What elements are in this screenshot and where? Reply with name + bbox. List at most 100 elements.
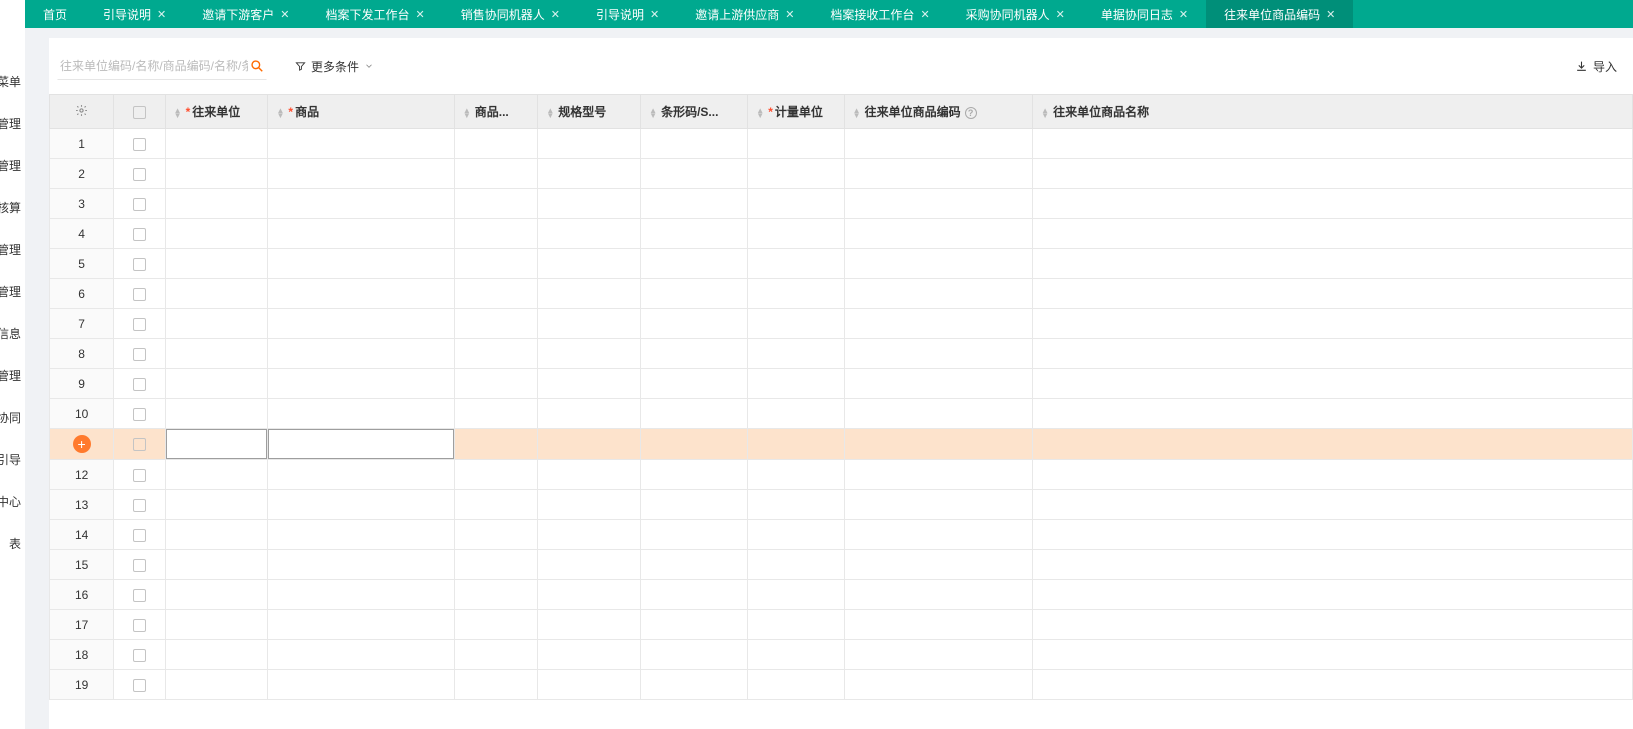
- cell[interactable]: [538, 129, 641, 159]
- cell-editor[interactable]: [166, 429, 268, 459]
- sidebar-item[interactable]: 管理: [0, 270, 25, 312]
- tab[interactable]: 引导说明✕: [85, 0, 184, 28]
- tab[interactable]: 邀请下游客户✕: [184, 0, 307, 28]
- row-checkbox[interactable]: [133, 499, 146, 512]
- cell[interactable]: [844, 610, 1033, 640]
- cell[interactable]: [454, 580, 538, 610]
- cell[interactable]: [165, 129, 268, 159]
- row-checkbox[interactable]: [133, 679, 146, 692]
- cell[interactable]: [165, 460, 268, 490]
- cell[interactable]: [268, 219, 454, 249]
- cell[interactable]: [538, 369, 641, 399]
- search-input[interactable]: [58, 59, 266, 73]
- sidebar-item[interactable]: 中心: [0, 480, 25, 522]
- tab[interactable]: 首页: [25, 0, 85, 28]
- cell[interactable]: [454, 460, 538, 490]
- cell[interactable]: [641, 189, 748, 219]
- cell[interactable]: [454, 309, 538, 339]
- cell[interactable]: [454, 369, 538, 399]
- sort-icon[interactable]: ▲▼: [463, 108, 471, 118]
- column-header-spec[interactable]: ▲▼规格型号: [538, 95, 641, 129]
- cell[interactable]: [641, 610, 748, 640]
- cell[interactable]: [748, 189, 844, 219]
- cell[interactable]: [641, 399, 748, 429]
- cell[interactable]: [641, 369, 748, 399]
- close-icon[interactable]: ✕: [920, 8, 929, 21]
- cell[interactable]: [1033, 219, 1633, 249]
- cell[interactable]: [1033, 249, 1633, 279]
- close-icon[interactable]: ✕: [785, 8, 794, 21]
- cell[interactable]: [844, 460, 1033, 490]
- tab[interactable]: 单据协同日志✕: [1083, 0, 1206, 28]
- cell[interactable]: [844, 429, 1033, 460]
- row-checkbox[interactable]: [133, 408, 146, 421]
- cell[interactable]: [454, 339, 538, 369]
- cell[interactable]: [454, 429, 538, 460]
- cell[interactable]: [268, 640, 454, 670]
- cell[interactable]: [538, 460, 641, 490]
- tab[interactable]: 档案下发工作台✕: [307, 0, 442, 28]
- cell[interactable]: [268, 610, 454, 640]
- cell[interactable]: [454, 279, 538, 309]
- cell[interactable]: [641, 550, 748, 580]
- cell[interactable]: [844, 279, 1033, 309]
- cell[interactable]: [641, 219, 748, 249]
- cell[interactable]: [165, 369, 268, 399]
- cell[interactable]: [748, 580, 844, 610]
- cell[interactable]: [165, 550, 268, 580]
- cell[interactable]: [1033, 309, 1633, 339]
- cell[interactable]: [165, 429, 268, 460]
- cell[interactable]: [1033, 189, 1633, 219]
- cell[interactable]: [748, 399, 844, 429]
- row-checkbox[interactable]: [133, 258, 146, 271]
- sidebar-item[interactable]: 引导: [0, 438, 25, 480]
- cell[interactable]: [748, 159, 844, 189]
- cell[interactable]: [538, 309, 641, 339]
- sidebar-item[interactable]: 信息: [0, 312, 25, 354]
- row-checkbox[interactable]: [133, 649, 146, 662]
- sort-icon[interactable]: ▲▼: [276, 108, 284, 118]
- column-header-bar[interactable]: ▲▼条形码/S...: [641, 95, 748, 129]
- cell[interactable]: [1033, 490, 1633, 520]
- cell[interactable]: [748, 670, 844, 700]
- cell[interactable]: [538, 159, 641, 189]
- sidebar-item[interactable]: 管理: [0, 102, 25, 144]
- cell[interactable]: [268, 550, 454, 580]
- cell[interactable]: [1033, 369, 1633, 399]
- cell[interactable]: [748, 249, 844, 279]
- close-icon[interactable]: ✕: [157, 8, 166, 21]
- cell[interactable]: [748, 460, 844, 490]
- cell[interactable]: [844, 670, 1033, 700]
- cell[interactable]: [165, 640, 268, 670]
- cell[interactable]: [454, 219, 538, 249]
- cell[interactable]: [844, 309, 1033, 339]
- cell[interactable]: [748, 369, 844, 399]
- cell[interactable]: [268, 159, 454, 189]
- cell[interactable]: [1033, 159, 1633, 189]
- cell[interactable]: [454, 670, 538, 700]
- column-header-ucode[interactable]: ▲▼往来单位商品编码?: [844, 95, 1033, 129]
- cell[interactable]: [165, 189, 268, 219]
- row-checkbox[interactable]: [133, 529, 146, 542]
- cell[interactable]: [268, 520, 454, 550]
- cell[interactable]: [748, 640, 844, 670]
- cell[interactable]: [538, 219, 641, 249]
- cell[interactable]: [165, 219, 268, 249]
- sidebar-item[interactable]: 核算: [0, 186, 25, 228]
- cell[interactable]: [844, 550, 1033, 580]
- cell[interactable]: [538, 189, 641, 219]
- row-checkbox[interactable]: [133, 228, 146, 241]
- row-checkbox[interactable]: [133, 559, 146, 572]
- cell[interactable]: [1033, 640, 1633, 670]
- cell[interactable]: [538, 490, 641, 520]
- cell[interactable]: [1033, 429, 1633, 460]
- cell[interactable]: [641, 429, 748, 460]
- cell[interactable]: [538, 670, 641, 700]
- cell[interactable]: [538, 429, 641, 460]
- cell[interactable]: [641, 339, 748, 369]
- cell[interactable]: [641, 580, 748, 610]
- cell[interactable]: [641, 460, 748, 490]
- select-all-checkbox[interactable]: [133, 106, 146, 119]
- cell[interactable]: [454, 520, 538, 550]
- cell[interactable]: [268, 460, 454, 490]
